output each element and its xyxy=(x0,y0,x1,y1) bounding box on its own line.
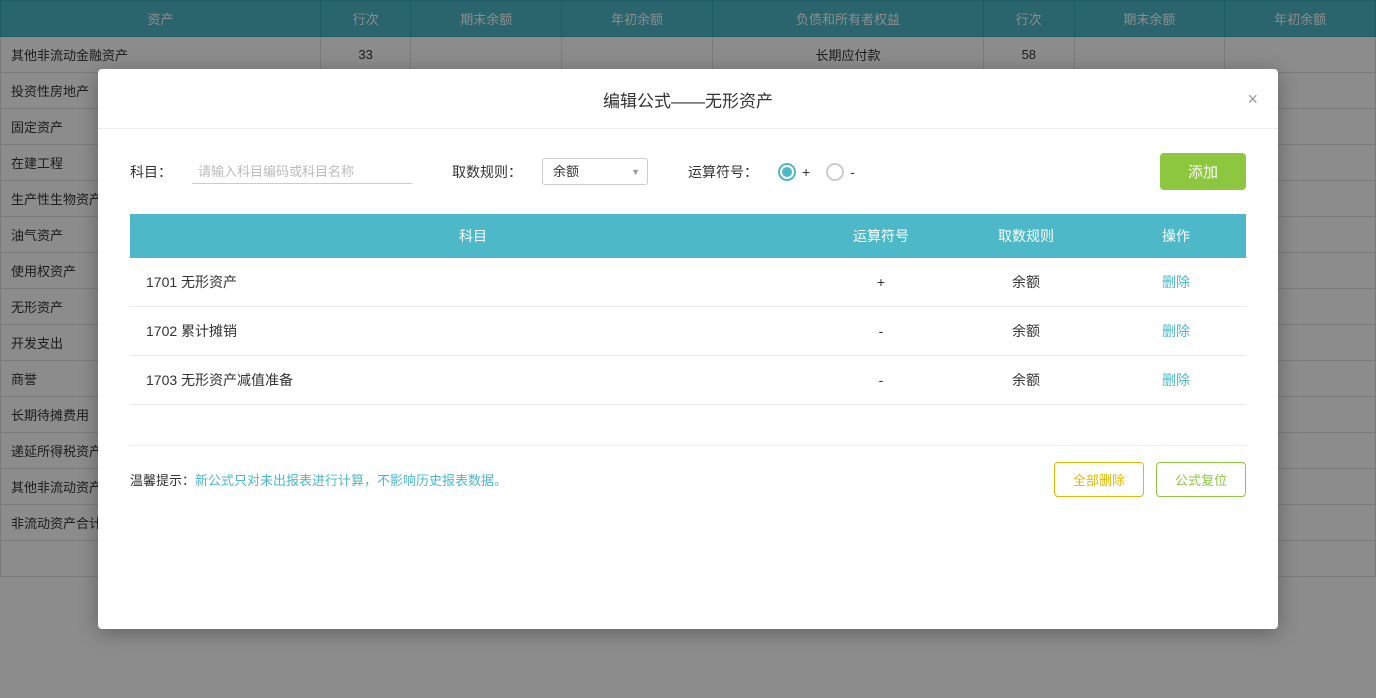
delete-link-2[interactable]: 删除 xyxy=(1162,372,1190,388)
radio-minus-item[interactable]: - xyxy=(826,163,855,181)
rule-select[interactable]: 余额 借方发生额 贷方发生额 xyxy=(542,158,648,185)
th-operator: 运算符号 xyxy=(816,214,946,258)
radio-minus-circle[interactable] xyxy=(826,163,844,181)
table-row: 1703 无形资产减值准备-余额 删除 xyxy=(130,356,1246,405)
subject-label: 科目： xyxy=(130,162,172,182)
tip-text: 新公式只对未出报表进行计算，不影响历史报表数据。 xyxy=(195,473,507,488)
delete-all-button[interactable]: 全部删除 xyxy=(1054,462,1144,497)
footer-buttons: 全部删除 公式复位 xyxy=(1054,462,1246,497)
reset-formula-button[interactable]: 公式复位 xyxy=(1156,462,1246,497)
row-subject-2: 1703 无形资产减值准备 xyxy=(130,356,816,405)
tip-prefix: 温馨提示： xyxy=(130,473,195,488)
modal-overlay: 编辑公式——无形资产 × 科目： 取数规则： 余额 借方发生额 贷方发生额 运算… xyxy=(0,0,1376,698)
operator-label: 运算符号： xyxy=(688,162,758,182)
rule-select-wrapper: 余额 借方发生额 贷方发生额 xyxy=(542,158,648,185)
th-rule: 取数规则 xyxy=(946,214,1106,258)
radio-plus-label: + xyxy=(802,164,810,180)
row-action-0: 删除 xyxy=(1106,258,1246,307)
row-action-1: 删除 xyxy=(1106,307,1246,356)
operator-radio-group: + - xyxy=(778,163,855,181)
modal-footer: 温馨提示：新公式只对未出报表进行计算，不影响历史报表数据。 全部删除 公式复位 xyxy=(98,446,1278,517)
rule-label: 取数规则： xyxy=(452,162,522,182)
formula-table: 科目 运算符号 取数规则 操作 1701 无形资产+余额删除1702 累计摊销-… xyxy=(130,214,1246,405)
row-rule-2: 余额 xyxy=(946,356,1106,405)
radio-plus-item[interactable]: + xyxy=(778,163,810,181)
add-button[interactable]: 添加 xyxy=(1160,153,1246,190)
modal-header: 编辑公式——无形资产 × xyxy=(98,69,1278,129)
modal-body: 科目： 取数规则： 余额 借方发生额 贷方发生额 运算符号： + xyxy=(98,129,1278,445)
subject-input[interactable] xyxy=(192,160,412,184)
th-action: 操作 xyxy=(1106,214,1246,258)
radio-minus-label: - xyxy=(850,164,855,180)
footer-tip: 温馨提示：新公式只对未出报表进行计算，不影响历史报表数据。 xyxy=(130,470,507,489)
table-row: 1701 无形资产+余额 删除 xyxy=(130,258,1246,307)
row-subject-1: 1702 累计摊销 xyxy=(130,307,816,356)
th-subject: 科目 xyxy=(130,214,816,258)
delete-link-1[interactable]: 删除 xyxy=(1162,323,1190,339)
modal-close-button[interactable]: × xyxy=(1247,90,1258,108)
formula-form-row: 科目： 取数规则： 余额 借方发生额 贷方发生额 运算符号： + xyxy=(130,153,1246,190)
row-operator-2: - xyxy=(816,356,946,405)
row-operator-0: + xyxy=(816,258,946,307)
table-row: 1702 累计摊销-余额 删除 xyxy=(130,307,1246,356)
row-rule-1: 余额 xyxy=(946,307,1106,356)
row-operator-1: - xyxy=(816,307,946,356)
modal-title: 编辑公式——无形资产 xyxy=(603,92,773,111)
table-header-row: 科目 运算符号 取数规则 操作 xyxy=(130,214,1246,258)
row-subject-0: 1701 无形资产 xyxy=(130,258,816,307)
row-action-2: 删除 xyxy=(1106,356,1246,405)
delete-link-0[interactable]: 删除 xyxy=(1162,274,1190,290)
row-rule-0: 余额 xyxy=(946,258,1106,307)
radio-plus-circle[interactable] xyxy=(778,163,796,181)
modal-dialog: 编辑公式——无形资产 × 科目： 取数规则： 余额 借方发生额 贷方发生额 运算… xyxy=(98,69,1278,629)
